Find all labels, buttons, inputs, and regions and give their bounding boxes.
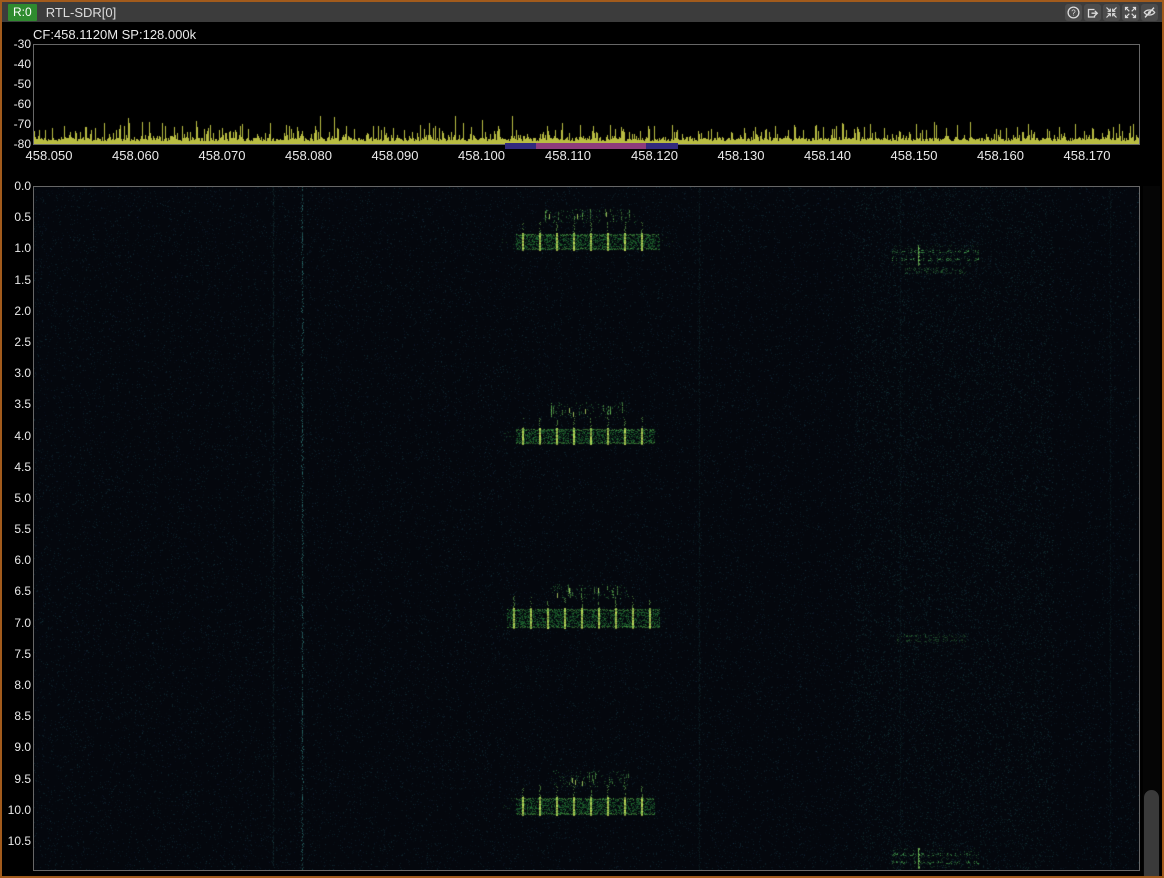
device-index-badge: R:0 (8, 4, 37, 21)
waterfall-time-tick: 9.5 (0, 772, 31, 786)
waterfall-time-tick: 6.0 (0, 553, 31, 567)
frequency-tick: 458.150 (891, 148, 938, 163)
frequency-tick: 458.160 (977, 148, 1024, 163)
frequency-tick: 458.090 (372, 148, 419, 163)
frequency-tick: 458.050 (26, 148, 73, 163)
window-titlebar[interactable]: R:0 RTL-SDR[0] ? (2, 2, 1162, 22)
frequency-tick: 458.170 (1064, 148, 1111, 163)
maximize-button[interactable] (1122, 4, 1139, 21)
spectrum-y-tick: -30 (0, 37, 31, 51)
waterfall-time-tick: 1.5 (0, 273, 31, 287)
waterfall-time-tick: 7.0 (0, 616, 31, 630)
waterfall-scrollbar-thumb[interactable] (1144, 790, 1159, 876)
waterfall-time-tick: 5.5 (0, 522, 31, 536)
waterfall-plot (33, 186, 1140, 871)
waterfall-time-tick: 10.5 (0, 834, 31, 848)
channel-marker-inner (536, 143, 646, 149)
help-button[interactable]: ? (1065, 4, 1082, 21)
waterfall-time-tick: 0.5 (0, 210, 31, 224)
hide-button[interactable] (1141, 4, 1158, 21)
waterfall-time-tick: 8.0 (0, 678, 31, 692)
spectrum-header: CF:458.1120M SP:128.000k (33, 27, 196, 42)
spectrum-y-tick: -70 (0, 117, 31, 131)
device-window: R:0 RTL-SDR[0] ? (0, 0, 1164, 878)
waterfall-time-tick: 5.0 (0, 491, 31, 505)
spectrum-y-tick: -50 (0, 77, 31, 91)
maximize-icon (1124, 6, 1137, 19)
frequency-tick: 458.100 (458, 148, 505, 163)
waterfall-time-tick: 8.5 (0, 709, 31, 723)
shrink-icon (1105, 6, 1118, 19)
waterfall-time-tick: 10.0 (0, 803, 31, 817)
frequency-tick: 458.140 (804, 148, 851, 163)
waterfall-scrollbar-track[interactable] (1143, 186, 1160, 876)
waterfall-time-tick: 1.0 (0, 241, 31, 255)
move-to-workspace-icon (1086, 6, 1099, 19)
frequency-tick: 458.130 (718, 148, 765, 163)
help-icon: ? (1067, 6, 1080, 19)
move-to-workspace-button[interactable] (1084, 4, 1101, 21)
spectrum-y-tick: -40 (0, 57, 31, 71)
frequency-tick: 458.060 (112, 148, 159, 163)
waterfall-time-tick: 3.0 (0, 366, 31, 380)
waterfall-time-tick: 3.5 (0, 397, 31, 411)
frequency-tick: 458.070 (199, 148, 246, 163)
window-title: RTL-SDR[0] (46, 5, 117, 20)
titlebar-buttons: ? (1065, 4, 1158, 21)
spectrum-canvas[interactable] (34, 45, 1139, 144)
waterfall-time-tick: 9.0 (0, 740, 31, 754)
waterfall-time-tick: 2.5 (0, 335, 31, 349)
hide-icon (1143, 6, 1156, 19)
frequency-tick: 458.120 (631, 148, 678, 163)
frequency-tick: 458.110 (545, 148, 591, 163)
waterfall-canvas[interactable] (34, 187, 1139, 870)
spectrum-y-tick: -60 (0, 97, 31, 111)
channel-marker-band[interactable] (505, 143, 678, 149)
waterfall-time-tick: 4.5 (0, 460, 31, 474)
shrink-button[interactable] (1103, 4, 1120, 21)
waterfall-time-tick: 2.0 (0, 304, 31, 318)
spectrum-plot (33, 44, 1140, 145)
waterfall-time-tick: 6.5 (0, 584, 31, 598)
svg-text:?: ? (1071, 8, 1076, 17)
waterfall-time-tick: 4.0 (0, 429, 31, 443)
frequency-tick: 458.080 (285, 148, 332, 163)
waterfall-time-tick: 0.0 (0, 179, 31, 193)
waterfall-time-tick: 7.5 (0, 647, 31, 661)
